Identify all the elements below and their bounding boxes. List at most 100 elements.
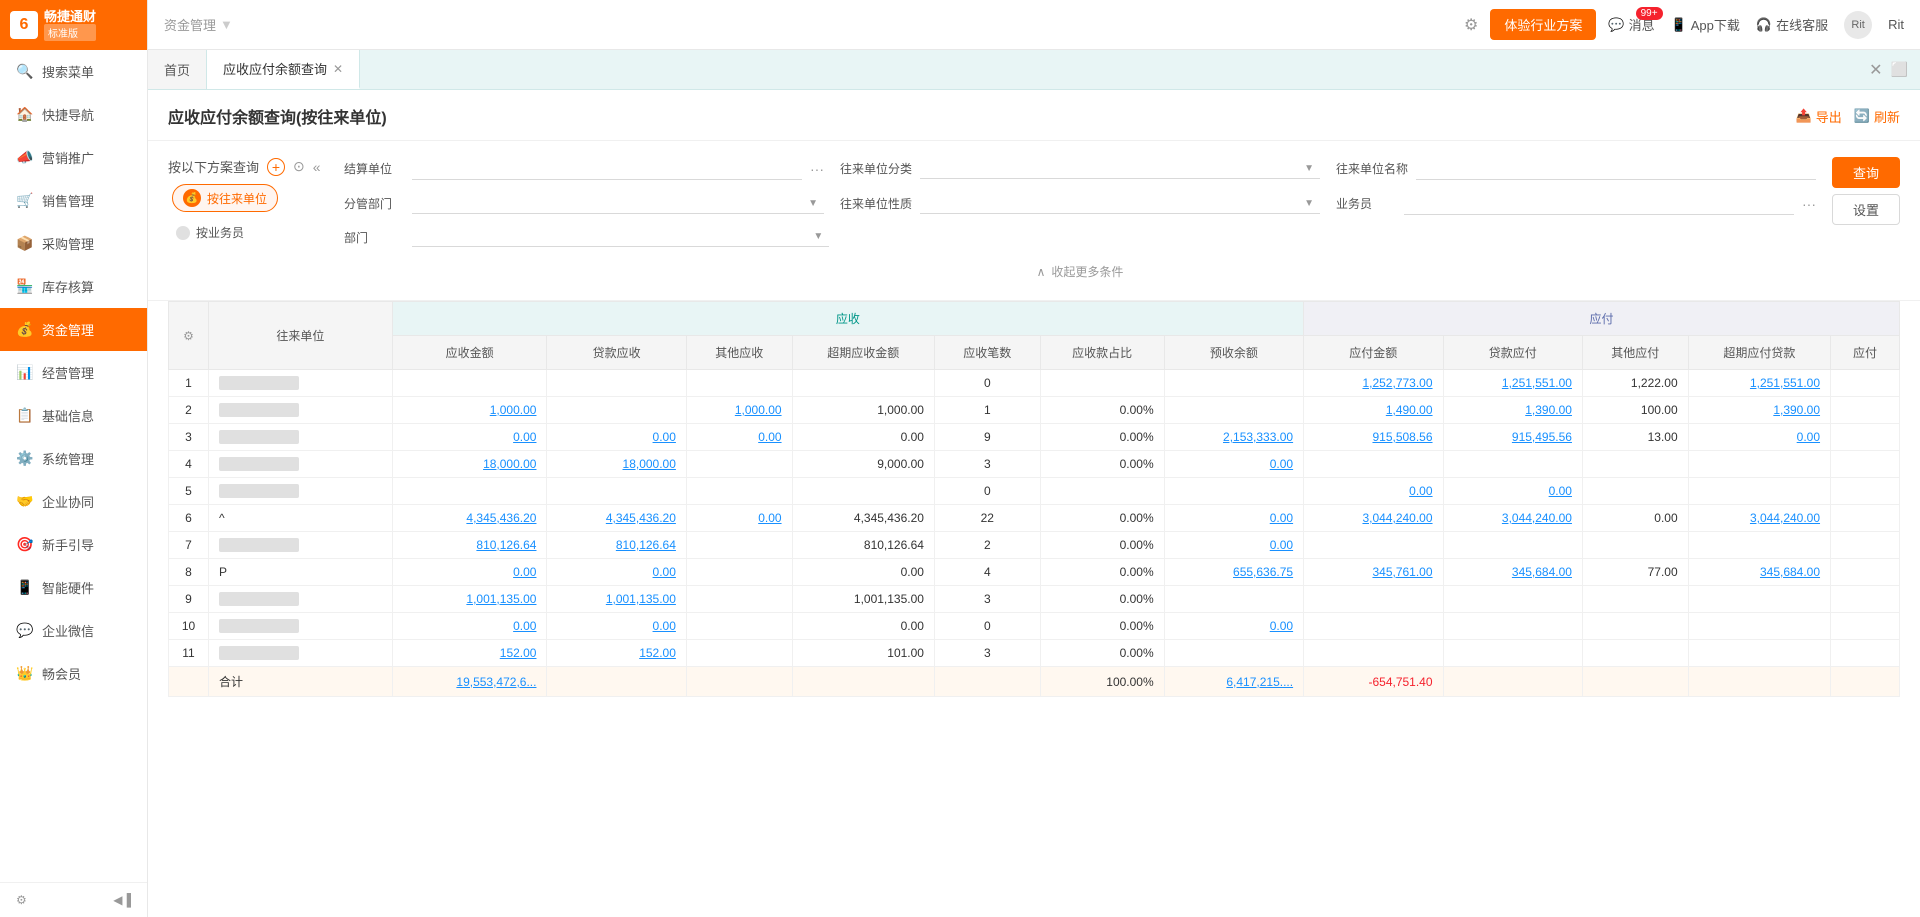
filter-option-by-staff[interactable]: 按业务员 <box>172 220 254 245</box>
sidebar-settings-icon: ⚙ <box>16 893 27 907</box>
dept-manage-arrow: ▼ <box>808 198 818 209</box>
collapse-bar[interactable]: ∧ 收起更多条件 <box>344 259 1816 284</box>
export-button[interactable]: 📤 导出 <box>1796 107 1842 126</box>
other-ap-header: 其他应付 <box>1582 336 1688 370</box>
dept-select[interactable]: ▼ <box>412 227 829 247</box>
tabbar: 首页 应收应付余额查询 ✕ ✕ ⬜ <box>148 50 1920 90</box>
sidebar-item-operation[interactable]: 📊 经营管理 <box>0 351 147 394</box>
filter-unit-nature: 往来单位性质 ▼ <box>840 194 1320 214</box>
filter-unit-category: 往来单位分类 ▼ <box>840 159 1320 179</box>
refresh-button[interactable]: 🔄 刷新 <box>1854 107 1900 126</box>
tab-home[interactable]: 首页 <box>148 50 207 89</box>
dept-arrow: ▼ <box>813 231 823 242</box>
sidebar-item-purchase[interactable]: 📦 采购管理 <box>0 222 147 265</box>
online-service-btn[interactable]: 🎧 在线客服 <box>1756 15 1828 34</box>
unit-name-cell: ■■■■■■■ <box>209 370 393 397</box>
unit-category-select[interactable]: ▼ <box>920 159 1320 179</box>
filter-option-by-unit[interactable]: 💰 按往来单位 <box>172 184 278 212</box>
unit-nature-select[interactable]: ▼ <box>920 194 1320 214</box>
message-btn[interactable]: 💬 消息 99+ <box>1608 15 1654 34</box>
avatar: Rit <box>1844 11 1872 39</box>
other-ar-header: 其他应收 <box>686 336 792 370</box>
page-title: 应收应付余额查询(按往来单位) <box>168 104 387 140</box>
advance-header: 预收余额 <box>1164 336 1303 370</box>
message-badge: 99+ <box>1636 7 1663 20</box>
settlement-unit-dots[interactable]: ··· <box>810 161 824 177</box>
filter-header: 按以下方案查询 + ⊙ « <box>168 157 328 176</box>
unit-name-cell: ■■■■■■■ <box>209 451 393 478</box>
sidebar-item-member[interactable]: 👑 畅会员 <box>0 652 147 695</box>
sidebar-item-system[interactable]: ⚙️ 系统管理 <box>0 437 147 480</box>
ar-count-header: 应收笔数 <box>934 336 1040 370</box>
unit-name-input[interactable] <box>1416 157 1816 180</box>
ap-col-header: 应付 <box>1831 336 1900 370</box>
footer-advance[interactable]: 6,417,215.... <box>1164 667 1303 697</box>
sidebar-item-search-menu[interactable]: 🔍 搜索菜单 <box>0 50 147 93</box>
by-unit-icon: 💰 <box>183 189 201 207</box>
table-settings-icon[interactable]: ⚙ <box>183 329 194 343</box>
table-settings-header: ⚙ <box>169 302 209 370</box>
sidebar-item-guide[interactable]: 🎯 新手引导 <box>0 523 147 566</box>
tab-ar-ap[interactable]: 应收应付余额查询 ✕ <box>207 50 360 89</box>
table-row: 1■■■■■■■01,252,773.001,251,551.001,222.0… <box>169 370 1900 397</box>
solution-button[interactable]: 体验行业方案 <box>1490 9 1596 40</box>
inventory-icon: 🏪 <box>16 278 34 295</box>
tab-close-icon[interactable]: ✕ <box>333 62 343 76</box>
setting-button[interactable]: 设置 <box>1832 194 1900 225</box>
message-icon: 💬 <box>1608 17 1624 33</box>
salesman-dots[interactable]: ··· <box>1802 196 1816 212</box>
sidebar-item-inventory[interactable]: 🏪 库存核算 <box>0 265 147 308</box>
query-button[interactable]: 查询 <box>1832 157 1900 188</box>
enterprise-icon: 🤝 <box>16 493 34 510</box>
table-row: 7■■■■■■■810,126.64810,126.64810,126.6420… <box>169 532 1900 559</box>
table-row: 2■■■■■■■1,000.001,000.001,000.0010.00%1,… <box>169 397 1900 424</box>
loan-ap-header: 贷款应付 <box>1443 336 1582 370</box>
table-row: 4■■■■■■■18,000.0018,000.009,000.0030.00%… <box>169 451 1900 478</box>
sidebar-item-enterprise[interactable]: 🤝 企业协同 <box>0 480 147 523</box>
window-maximize-btn[interactable]: ⬜ <box>1891 61 1908 78</box>
table-row: 11■■■■■■■152.00152.00101.0030.00% <box>169 640 1900 667</box>
unit-header: 往来单位 <box>209 302 393 370</box>
sidebar-item-hardware[interactable]: 📱 智能硬件 <box>0 566 147 609</box>
logo-text: 畅捷通财 标准版 <box>44 9 96 42</box>
sidebar-item-quick-nav[interactable]: 🏠 快捷导航 <box>0 93 147 136</box>
app-download-btn[interactable]: 📱 App下载 <box>1671 15 1740 34</box>
dept-manage-select[interactable]: ▼ <box>412 194 824 214</box>
filter-collapse-btn[interactable]: « <box>313 159 321 175</box>
by-staff-icon <box>176 226 190 240</box>
tab-home-label: 首页 <box>164 60 190 79</box>
sidebar-item-basic[interactable]: 📋 基础信息 <box>0 394 147 437</box>
unit-name-cell: ■■■■■■■ <box>209 424 393 451</box>
filter-row-2: 分管部门 ▼ 往来单位性质 ▼ 业务员 <box>344 192 1816 215</box>
filter-area: 按以下方案查询 + ⊙ « 💰 按往来单位 按业务员 <box>148 141 1920 301</box>
breadcrumb-text: 资金管理 <box>164 15 216 34</box>
sidebar: 6 畅捷通财 标准版 🔍 搜索菜单 🏠 快捷导航 📣 营销推广 🛒 销售管理 📦… <box>0 0 148 917</box>
filter-setting-btn[interactable]: ⊙ <box>293 158 305 175</box>
gear-icon[interactable]: ⚙ <box>1464 15 1478 35</box>
sidebar-item-marketing[interactable]: 📣 营销推广 <box>0 136 147 179</box>
filter-row-1: 结算单位 ··· 往来单位分类 ▼ 往来单位名称 <box>344 157 1816 180</box>
footer-ar-ratio: 100.00% <box>1040 667 1164 697</box>
sidebar-item-fund[interactable]: 💰 资金管理 <box>0 308 147 351</box>
home-icon: 🏠 <box>16 106 34 123</box>
overdue-ap-header: 超期应付贷款 <box>1688 336 1830 370</box>
footer-ar-amount[interactable]: 19,553,472,6... <box>392 667 547 697</box>
unit-name-cell: ■■■■■■■ <box>209 613 393 640</box>
window-close-btn[interactable]: ✕ <box>1869 60 1882 80</box>
filter-unit-name: 往来单位名称 <box>1336 157 1816 180</box>
sidebar-settings-btn[interactable]: ⚙ <box>16 893 27 907</box>
table-row: 10■■■■■■■0.000.000.0000.00%0.00 <box>169 613 1900 640</box>
filter-add-btn[interactable]: + <box>267 158 285 176</box>
sidebar-collapse-btn[interactable]: ◀▐ <box>113 893 131 907</box>
unit-category-arrow: ▼ <box>1304 163 1314 174</box>
table-row: 9■■■■■■■1,001,135.001,001,135.001,001,13… <box>169 586 1900 613</box>
sidebar-item-sales[interactable]: 🛒 销售管理 <box>0 179 147 222</box>
fund-icon: 💰 <box>16 321 34 338</box>
settlement-unit-input[interactable] <box>412 157 802 180</box>
salesman-input[interactable] <box>1404 192 1794 215</box>
logo-icon: 6 <box>10 11 38 39</box>
table-footer: 合计 19,553,472,6... 100.00% 6,417,215....… <box>169 667 1900 697</box>
username-text: Rit <box>1888 17 1904 32</box>
sidebar-item-wechat[interactable]: 💬 企业微信 <box>0 609 147 652</box>
topbar: 资金管理 ▼ ⚙ 体验行业方案 💬 消息 99+ 📱 App下载 🎧 在线客服 … <box>148 0 1920 50</box>
